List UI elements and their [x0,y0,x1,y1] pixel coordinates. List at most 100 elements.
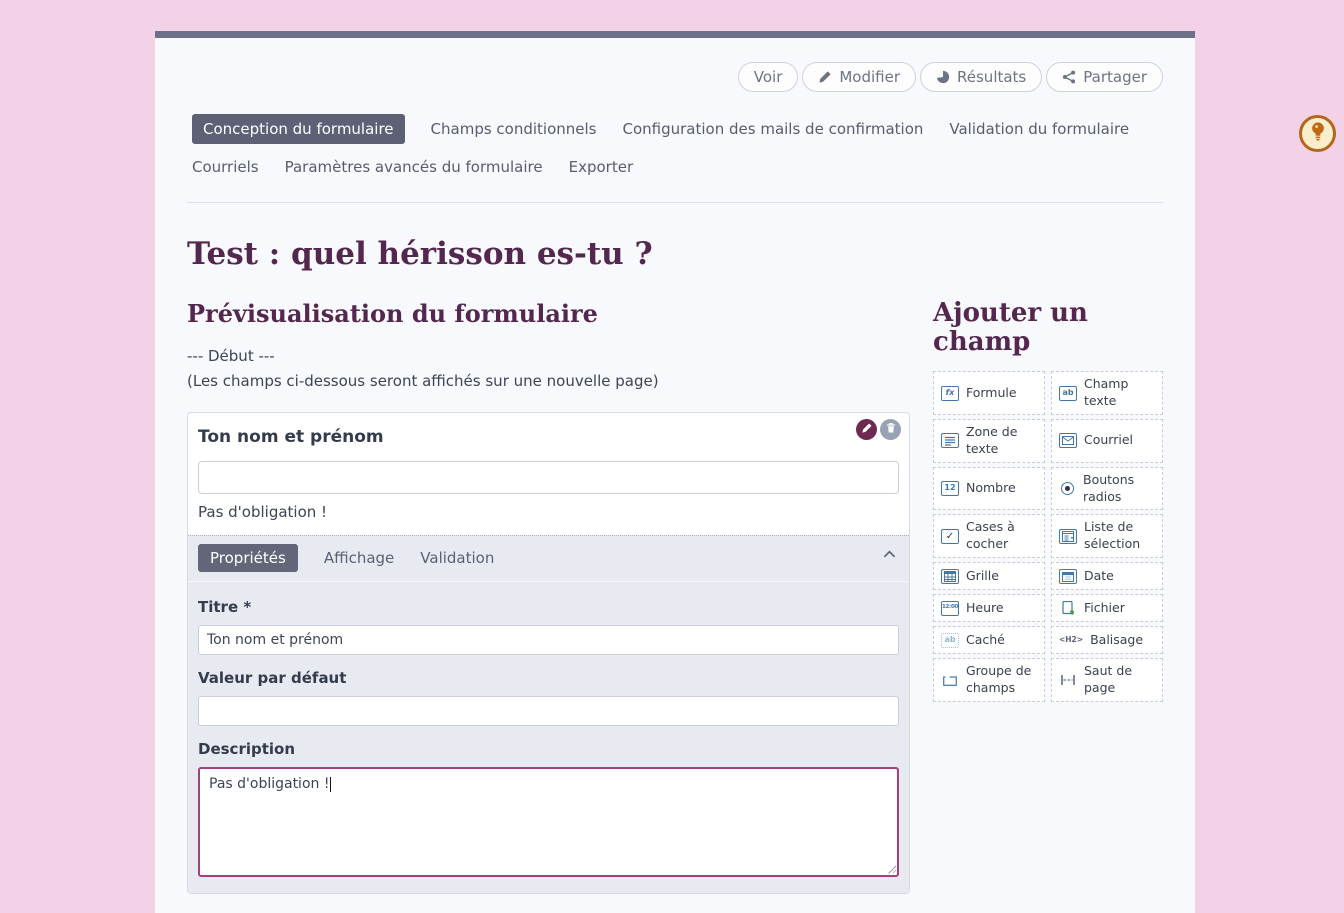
calendar-icon [1059,569,1077,584]
tab-conditional-fields[interactable]: Champs conditionnels [431,114,597,144]
share-icon [1062,70,1076,84]
textarea-icon [941,433,959,448]
content-area: Voir Modifier Résultats Partager Concept… [155,31,1195,913]
pencil-icon [818,70,832,84]
field-preview-input[interactable] [198,461,899,494]
default-value-label: Valeur par défaut [198,669,899,687]
edit-button-label: Modifier [839,68,900,86]
text-caret [330,777,331,792]
grid-icon [941,569,959,584]
add-field-heading: Ajouter un champ [933,299,1103,356]
formula-icon: fx [941,386,959,401]
add-checkboxes-button[interactable]: ✓ Cases à cocher [933,514,1045,558]
field-btn-label: Liste de sélection [1084,519,1157,553]
add-pagebreak-button[interactable]: Saut de page [1051,658,1163,702]
description-label: Description [198,740,899,758]
field-editor-panel: Propriétés Affichage Validation Titre * … [188,535,909,893]
edit-button[interactable]: Modifier [802,62,916,92]
add-time-button[interactable]: 12:00 Heure [933,594,1045,622]
add-textfield-button[interactable]: ab Champ texte [1051,371,1163,415]
select-list-icon [1059,529,1077,544]
chevron-up-icon[interactable] [882,546,897,565]
tab-export[interactable]: Exporter [569,152,634,182]
add-date-button[interactable]: Date [1051,562,1163,590]
tab-properties[interactable]: Propriétés [198,544,298,572]
field-label: Ton nom et prénom [198,427,899,447]
pencil-icon [861,422,873,437]
field-btn-label: Caché [966,632,1005,649]
page-break-icon [1059,673,1077,688]
new-page-note: (Les champs ci-dessous seront affichés s… [187,369,910,394]
field-btn-label: Balisage [1090,632,1143,649]
results-button-label: Résultats [957,68,1026,86]
field-btn-label: Fichier [1084,600,1125,617]
file-upload-icon [1059,601,1077,616]
view-button-label: Voir [754,68,783,86]
number-icon: 12 [941,481,959,496]
description-textarea[interactable]: Pas d'obligation ! [198,767,899,877]
add-radios-button[interactable]: Boutons radios [1051,467,1163,511]
radio-icon [1061,482,1074,495]
field-btn-label: Boutons radios [1083,472,1157,506]
delete-field-button[interactable] [880,419,901,440]
results-button[interactable]: Résultats [920,62,1042,92]
add-select-button[interactable]: Liste de sélection [1051,514,1163,558]
tab-confirmation-emails[interactable]: Configuration des mails de confirmation [623,114,924,144]
email-icon [1059,433,1077,448]
tab-validation[interactable]: Validation [420,549,494,567]
view-button[interactable]: Voir [738,62,799,92]
tab-emails[interactable]: Courriels [192,152,259,182]
share-button-label: Partager [1083,68,1147,86]
tab-display[interactable]: Affichage [324,549,394,567]
share-button[interactable]: Partager [1046,62,1163,92]
field-btn-label: Groupe de champs [966,663,1039,697]
field-btn-label: Cases à cocher [966,519,1039,553]
add-textarea-button[interactable]: Zone de texte [933,419,1045,463]
add-file-button[interactable]: Fichier [1051,594,1163,622]
field-btn-label: Saut de page [1084,663,1157,697]
field-card: Ton nom et prénom Pas d'obligation ! Pro… [187,412,910,894]
help-button[interactable] [1299,115,1336,152]
tab-form-validation[interactable]: Validation du formulaire [949,114,1129,144]
field-btn-label: Date [1084,568,1114,585]
add-formula-button[interactable]: fx Formule [933,371,1045,415]
form-admin-tabs: Conception du formulaire Champs conditio… [187,114,1163,203]
markup-icon: <H2> [1059,633,1083,648]
field-btn-label: Formule [966,385,1017,402]
form-actions-toolbar: Voir Modifier Résultats Partager [187,62,1163,92]
form-start-marker: --- Début --- [187,344,910,369]
description-text: Pas d'obligation ! [209,776,329,792]
title-input[interactable] [198,625,899,655]
field-btn-label: Grille [966,568,999,585]
page-title: Test : quel hérisson es-tu ? [187,236,1163,272]
top-accent-bar [155,31,1195,38]
preview-heading: Prévisualisation du formulaire [187,299,910,328]
default-value-input[interactable] [198,696,899,726]
pie-chart-icon [936,70,950,84]
checkbox-icon: ✓ [941,529,959,544]
field-btn-label: Heure [966,600,1004,617]
tab-advanced-settings[interactable]: Paramètres avancés du formulaire [285,152,543,182]
trash-icon [885,422,897,437]
clock-icon: 12:00 [941,601,959,616]
add-number-button[interactable]: 12 Nombre [933,467,1045,511]
add-email-button[interactable]: Courriel [1051,419,1163,463]
hidden-field-icon: ab [941,633,959,648]
field-btn-label: Nombre [966,480,1016,497]
field-btn-label: Zone de texte [966,424,1039,458]
fieldset-icon [941,673,959,688]
add-markup-button[interactable]: <H2> Balisage [1051,626,1163,654]
lightbulb-icon [1308,121,1328,147]
field-btn-label: Courriel [1084,432,1133,449]
edit-field-button[interactable] [856,419,877,440]
add-fieldset-button[interactable]: Groupe de champs [933,658,1045,702]
add-field-sidebar: Ajouter un champ fx Formule ab Champ tex… [933,299,1163,913]
resize-handle[interactable] [886,864,896,874]
field-btn-label: Champ texte [1084,376,1157,410]
add-hidden-button[interactable]: ab Caché [933,626,1045,654]
add-grid-button[interactable]: Grille [933,562,1045,590]
tab-form-design[interactable]: Conception du formulaire [192,114,405,144]
title-field-label: Titre * [198,598,899,616]
field-description: Pas d'obligation ! [198,503,899,521]
textfield-icon: ab [1059,386,1077,401]
